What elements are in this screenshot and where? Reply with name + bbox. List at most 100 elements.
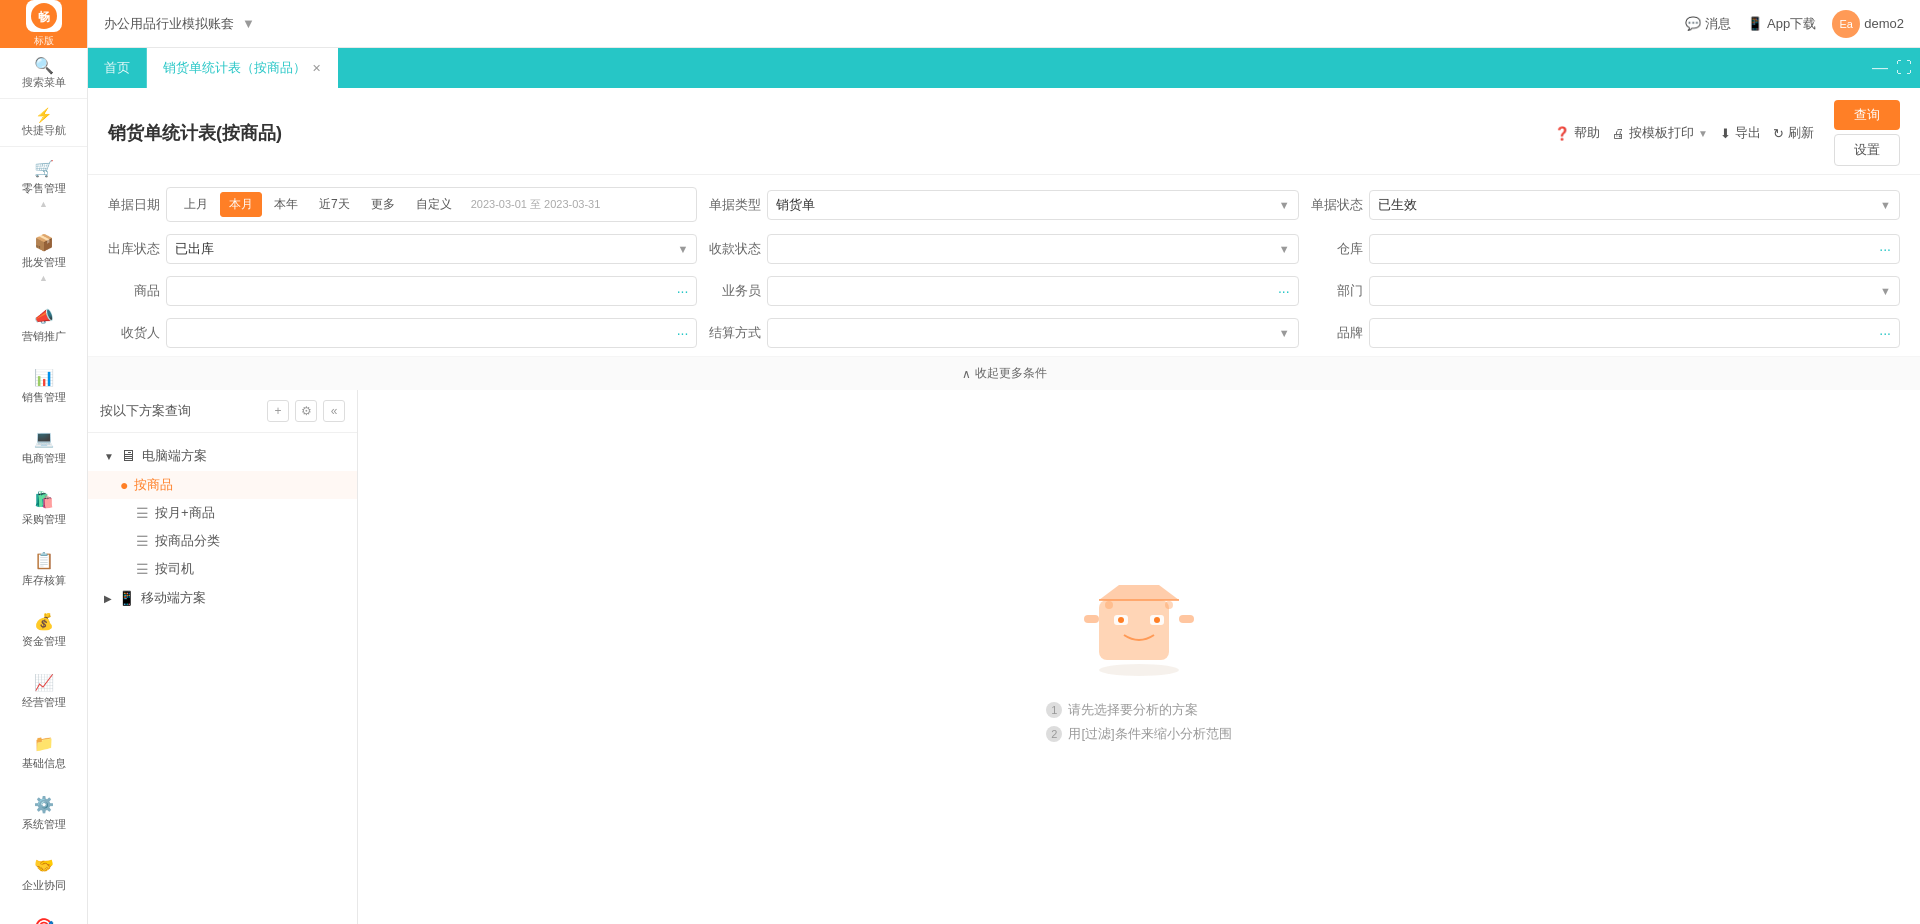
panel-collapse-btn[interactable]: « [323,400,345,422]
warehouse-control[interactable]: ··· [1369,234,1900,264]
basic-icon: 📁 [34,734,54,753]
salesperson-control[interactable]: ··· [767,276,1298,306]
sidebar-item-system[interactable]: ⚙️ 系统管理 [0,783,87,844]
sidebar-search-label: 搜索菜单 [4,75,83,90]
tree-group-mobile-text: 移动端方案 [141,589,206,607]
filter-settlement: 结算方式 ▼ [709,318,1298,348]
tab-home[interactable]: 首页 [88,48,147,88]
topbar-right: 💬 消息 📱 App下载 Ea demo2 [1685,10,1904,38]
receiver-dots-icon[interactable]: ··· [677,325,689,341]
by-machine-icon: ☰ [136,561,149,577]
tab-close-btn[interactable]: ✕ [312,62,321,75]
print-icon: 🖨 [1612,126,1625,141]
date-btn-this-year[interactable]: 本年 [265,192,307,217]
tree-group-desktop-label[interactable]: ▼ 🖥 电脑端方案 [88,441,357,471]
user-menu[interactable]: Ea demo2 [1832,10,1904,38]
sidebar-quicknav[interactable]: ⚡ 快捷导航 [0,99,87,147]
empty-state: 1 请先选择要分析的方案 2 用[过滤]条件来缩小分析范围 [358,390,1920,924]
query-button[interactable]: 查询 [1834,100,1900,130]
tab-sales-stat[interactable]: 销货单统计表（按商品） ✕ [147,48,338,88]
sidebar-item-enterprise[interactable]: 🤝 企业协同 [0,844,87,905]
date-filter-control[interactable]: 上月 本月 本年 近7天 更多 自定义 2023-03-01 至 2023-03… [166,187,697,222]
page-actions: ❓ 帮助 🖨 按模板打印 ▼ ⬇ 导出 ↻ 刷新 [1554,100,1900,166]
sidebar-item-wholesale[interactable]: 📦 批发管理 ▲ [0,221,87,295]
order-status-value: 已生效 [1378,196,1876,214]
tree-group-mobile-label[interactable]: ▶ 📱 移动端方案 [88,583,357,613]
salesperson-dots-icon[interactable]: ··· [1278,283,1290,299]
order-status-label: 单据状态 [1311,196,1363,214]
export-btn[interactable]: ⬇ 导出 [1720,124,1761,142]
sidebar-item-newbie[interactable]: 🎯 新手引导 [0,905,87,924]
warehouse-dots-icon[interactable]: ··· [1879,241,1891,257]
template-print-label: 按模板打印 [1629,124,1694,142]
settings-button[interactable]: 设置 [1834,134,1900,166]
account-dropdown-icon[interactable]: ▼ [242,16,255,31]
app-download-btn[interactable]: 📱 App下载 [1747,15,1816,33]
receiver-label: 收货人 [108,324,160,342]
message-label: 消息 [1705,15,1731,33]
filter-out-status: 出库状态 已出库 ▼ [108,234,697,264]
sidebar-item-ecommerce[interactable]: 💻 电商管理 [0,417,87,478]
refresh-label: 刷新 [1788,124,1814,142]
tab-maximize-btn[interactable]: ⛶ [1896,59,1912,77]
tree-item-by-month-goods[interactable]: ☰ 按月+商品 [88,499,357,527]
tree-item-by-goods[interactable]: ● 按商品 [88,471,357,499]
sidebar-item-finance[interactable]: 💰 资金管理 [0,600,87,661]
date-buttons: 上月 本月 本年 近7天 更多 自定义 [175,192,461,217]
panel-settings-btn[interactable]: ⚙ [295,400,317,422]
dept-control[interactable]: ▼ [1369,276,1900,306]
date-btn-last-month[interactable]: 上月 [175,192,217,217]
sidebar-item-purchase[interactable]: 🛍️ 采购管理 [0,478,87,539]
svg-rect-3 [1099,600,1169,660]
sidebar-item-basic[interactable]: 📁 基础信息 [0,722,87,783]
date-btn-this-month[interactable]: 本月 [220,192,262,217]
brand-control[interactable]: ··· [1369,318,1900,348]
sidebar-search[interactable]: 🔍 搜索菜单 [0,48,87,99]
panel-add-btn[interactable]: + [267,400,289,422]
date-btn-more[interactable]: 更多 [362,192,404,217]
right-content: 1 请先选择要分析的方案 2 用[过滤]条件来缩小分析范围 [358,390,1920,924]
receiver-control[interactable]: ··· [166,318,697,348]
app-subtitle: 标版 [34,34,54,48]
order-status-dropdown-icon: ▼ [1880,199,1891,211]
export-icon: ⬇ [1720,126,1731,141]
date-btn-custom[interactable]: 自定义 [407,192,461,217]
help-btn[interactable]: ❓ 帮助 [1554,124,1600,142]
empty-illustration [1069,565,1209,685]
tree-item-by-machine[interactable]: ☰ 按司机 [88,555,357,583]
user-name: demo2 [1864,16,1904,31]
goods-control[interactable]: ··· [166,276,697,306]
sidebar-item-operation[interactable]: 📈 经营管理 [0,661,87,722]
filter-warehouse: 仓库 ··· [1311,234,1900,264]
sidebar-item-inventory[interactable]: 📋 库存核算 [0,539,87,600]
collect-status-control[interactable]: ▼ [767,234,1298,264]
operation-icon: 📈 [34,673,54,692]
collapse-more-btn[interactable]: ∧ 收起更多条件 [88,356,1920,390]
order-status-control[interactable]: 已生效 ▼ [1369,190,1900,220]
goods-dots-icon[interactable]: ··· [677,283,689,299]
app-logo[interactable]: 畅 标版 [0,0,87,48]
sidebar-menu: 🛒 零售管理 ▲ 📦 批发管理 ▲ 📣 营销推广 📊 销售管理 💻 电商管理 🛍… [0,147,87,924]
warehouse-label: 仓库 [1311,240,1363,258]
step-2-text: 用[过滤]条件来缩小分析范围 [1068,725,1231,743]
sidebar-item-sales[interactable]: 📊 销售管理 [0,356,87,417]
settlement-dropdown-icon: ▼ [1279,327,1290,339]
svg-point-11 [1105,601,1113,609]
date-btn-7days[interactable]: 近7天 [310,192,359,217]
page-content: 销货单统计表(按商品) ❓ 帮助 🖨 按模板打印 ▼ ⬇ 导出 [88,88,1920,924]
date-label: 单据日期 [108,196,160,214]
sidebar-item-marketing[interactable]: 📣 营销推广 [0,295,87,356]
tab-minimize-btn[interactable]: — [1872,59,1888,77]
refresh-btn[interactable]: ↻ 刷新 [1773,124,1814,142]
brand-dots-icon[interactable]: ··· [1879,325,1891,341]
retail-icon: 🛒 [34,159,54,178]
sidebar-item-retail[interactable]: 🛒 零售管理 ▲ [0,147,87,221]
tree-item-by-category[interactable]: ☰ 按商品分类 [88,527,357,555]
home-tab-label: 首页 [104,59,130,77]
collect-status-label: 收款状态 [709,240,761,258]
settlement-control[interactable]: ▼ [767,318,1298,348]
order-type-control[interactable]: 销货单 ▼ [767,190,1298,220]
message-btn[interactable]: 💬 消息 [1685,15,1731,33]
template-print-btn[interactable]: 🖨 按模板打印 ▼ [1612,124,1708,142]
out-status-control[interactable]: 已出库 ▼ [166,234,697,264]
